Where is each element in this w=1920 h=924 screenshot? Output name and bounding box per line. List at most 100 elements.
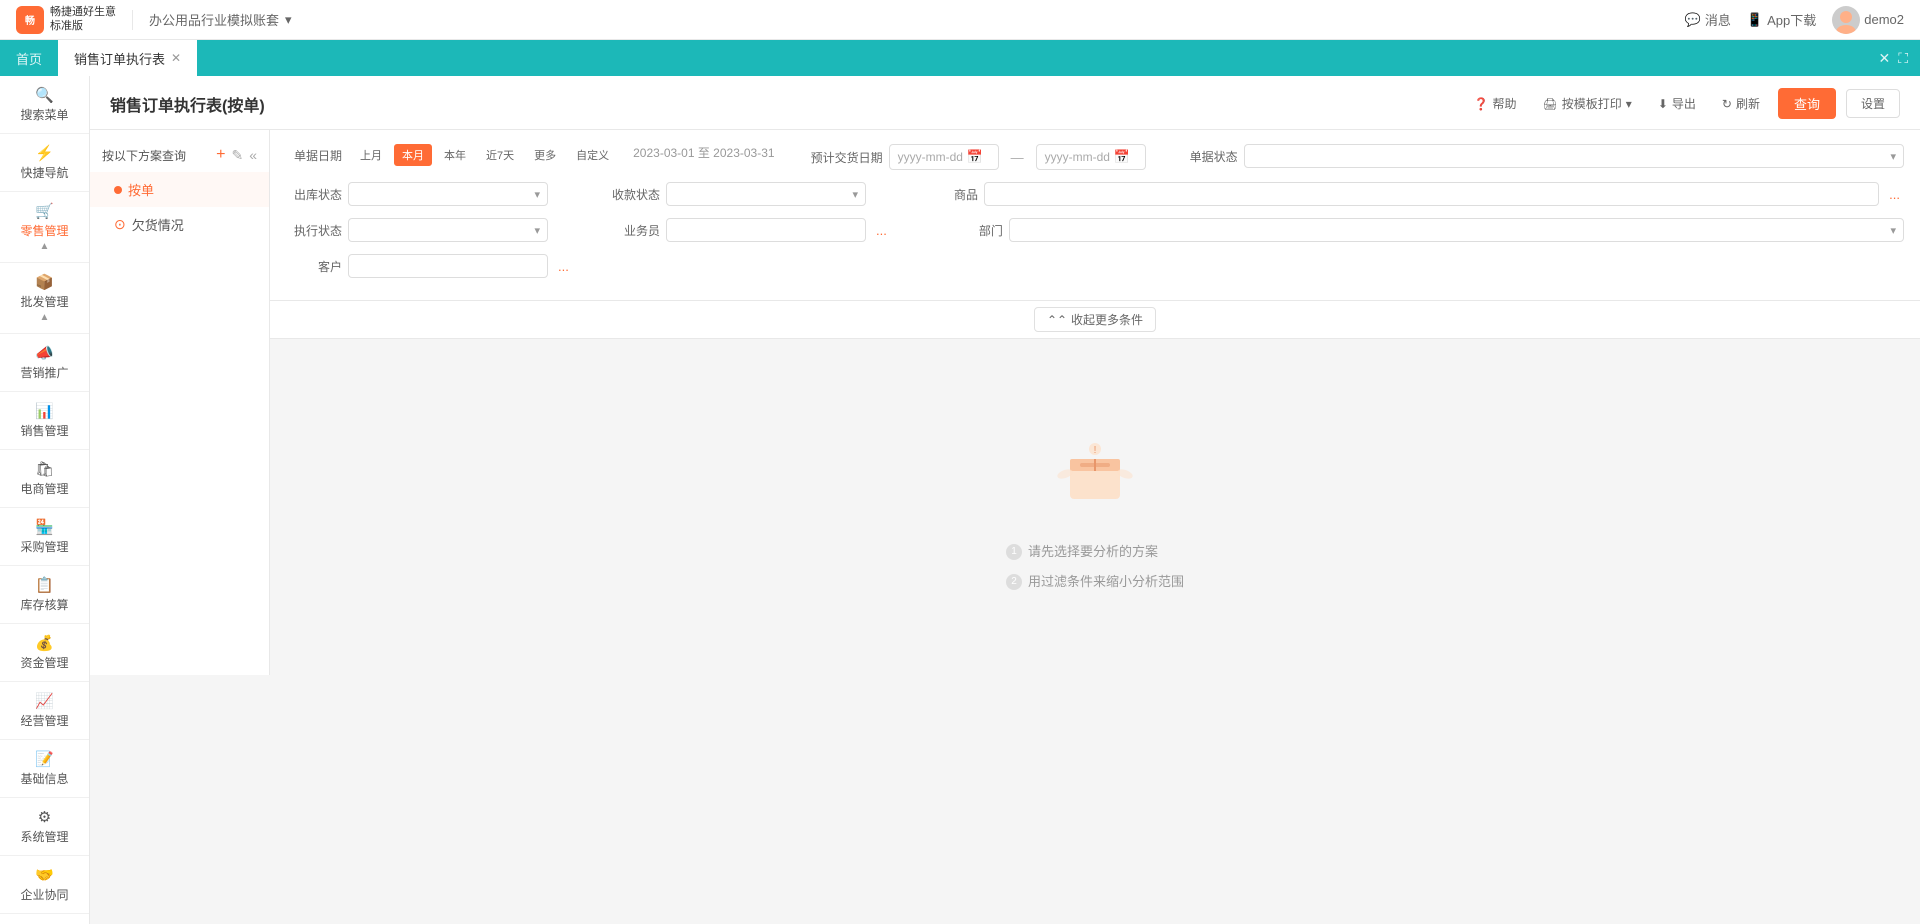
help-button[interactable]: ❓ 帮助 (1466, 91, 1525, 116)
tip-num-2: 2 (1006, 574, 1022, 590)
refresh-button[interactable]: ↻ 刷新 (1714, 91, 1768, 116)
tab-close-icon[interactable]: ✕ (171, 51, 181, 65)
logo-icon: 畅 (16, 6, 44, 34)
dept-wrapper: 销售部 采购部 (1009, 218, 1904, 242)
filter-layout: 按以下方案查询 + ✎ « 按单 ⊙ 欠货情况 (90, 130, 1920, 675)
right-panel: 单据日期 上月 本月 本年 近7天 更多 自定义 2023-03-0 (270, 130, 1920, 675)
sidebar-item-basicinfo[interactable]: 📝 基础信息 (0, 740, 89, 798)
out-status-select[interactable]: 已出库 部分出库 未出库 (348, 182, 548, 206)
edit-scheme-button[interactable]: ✎ (231, 147, 243, 164)
date-quick-last-month[interactable]: 上月 (352, 144, 390, 166)
refresh-icon: ↻ (1722, 97, 1732, 111)
left-panel-header: 按以下方案查询 + ✎ « (90, 142, 269, 172)
sidebar-item-inventory[interactable]: 📋 库存核算 (0, 566, 89, 624)
tab-home[interactable]: 首页 (0, 40, 58, 76)
page-header: 销售订单执行表(按单) ❓ 帮助 🖨 按模板打印 ▾ ⬇ 导出 ↻ 刷新 (90, 76, 1920, 130)
date-quick-this-month[interactable]: 本月 (394, 144, 432, 166)
sidebar-item-ecommerce[interactable]: 🛍 电商管理 (0, 450, 89, 508)
sidebar-item-operation[interactable]: 📈 经营管理 (0, 682, 89, 740)
empty-illustration: ! (1045, 419, 1145, 519)
industry-selector[interactable]: 办公用品行业模拟账套 ▾ (149, 10, 292, 29)
filter-group-salesperson: 业务员 ... (604, 218, 891, 242)
order-status-select[interactable]: 审核 未审核 作废 (1244, 144, 1904, 168)
maximize-icon[interactable]: ⛶ (1898, 50, 1908, 67)
collapse-row: ⌃⌃ 收起更多条件 (270, 301, 1920, 339)
top-bar: 畅 畅捷通好生意 标准版 办公用品行业模拟账套 ▾ 💬 消息 📱 App下载 d… (0, 0, 1920, 40)
close-window-icon[interactable]: ✕ (1878, 50, 1890, 67)
customer-input[interactable] (348, 254, 548, 278)
scheme-item-按单[interactable]: 按单 (90, 172, 269, 207)
print-button[interactable]: 🖨 按模板打印 ▾ (1535, 91, 1640, 116)
sidebar-item-wholesale[interactable]: 📦 批发管理 ▲ (0, 263, 89, 334)
sidebar-item-search[interactable]: 🔍 搜索菜单 (0, 76, 89, 134)
collapse-button[interactable]: ⌃⌃ 收起更多条件 (1034, 307, 1156, 332)
sidebar-item-enterprise[interactable]: 🤝 企业协同 (0, 856, 89, 914)
export-icon: ⬇ (1658, 97, 1668, 111)
sidebar-item-purchase[interactable]: 🏪 采购管理 (0, 508, 89, 566)
goods-more-button[interactable]: ... (1885, 183, 1904, 206)
filter-group-daterange-display: 2023-03-01 至 2023-03-31 (633, 144, 774, 161)
out-status-wrapper: 已出库 部分出库 未出库 (348, 182, 548, 206)
messages-button[interactable]: 💬 消息 (1685, 10, 1731, 29)
filter-group-order-status: 单据状态 审核 未审核 作废 (1182, 144, 1904, 168)
exec-status-select[interactable]: 已执行 部分执行 未执行 (348, 218, 548, 242)
purchase-icon: 🏪 (35, 518, 54, 536)
tab-sales-order[interactable]: 销售订单执行表 ✕ (58, 40, 197, 76)
print-chevron-icon: ▾ (1626, 97, 1632, 111)
ecommerce-icon: 🛍 (35, 460, 54, 478)
basicinfo-icon: 📝 (35, 750, 54, 768)
dept-select[interactable]: 销售部 采购部 (1009, 218, 1904, 242)
sidebar-item-onboarding[interactable]: 🌟 新手引导 (0, 914, 89, 924)
top-bar-right: 💬 消息 📱 App下载 demo2 (1685, 6, 1904, 34)
expected-date-start[interactable]: yyyy-mm-dd 📅 (889, 144, 999, 170)
expected-date-end[interactable]: yyyy-mm-dd 📅 (1036, 144, 1146, 170)
filter-row-1: 单据日期 上月 本月 本年 近7天 更多 自定义 2023-03-0 (286, 144, 1904, 170)
collapse-panel-button[interactable]: « (249, 147, 257, 163)
active-dot (114, 186, 122, 194)
sidebar-item-system[interactable]: ⚙ 系统管理 (0, 798, 89, 856)
finance-icon: 💰 (35, 634, 54, 652)
goods-input[interactable] (984, 182, 1879, 206)
settings-button[interactable]: 设置 (1846, 89, 1900, 118)
tab-expand: ✕ ⛶ (1878, 50, 1920, 67)
query-button[interactable]: 查询 (1778, 88, 1836, 119)
chevron-down-icon: ▾ (285, 12, 292, 28)
date-quick-custom[interactable]: 自定义 (568, 144, 617, 166)
payment-status-wrapper: 已收款 部分收款 未收款 (666, 182, 866, 206)
logo-box: 畅 畅捷通好生意 标准版 (16, 6, 116, 34)
quick-nav-icon: ⚡ (35, 144, 54, 162)
empty-tip-row-2: 2 用过滤条件来缩小分析范围 (1006, 569, 1184, 595)
sidebar-item-finance[interactable]: 💰 资金管理 (0, 624, 89, 682)
date-separator: — (1011, 150, 1024, 165)
customer-more-button[interactable]: ... (554, 255, 573, 278)
page-title: 销售订单执行表(按单) (110, 92, 265, 116)
scheme-item-欠货情况[interactable]: ⊙ 欠货情况 (90, 207, 269, 242)
date-quick-this-year[interactable]: 本年 (436, 144, 474, 166)
date-quick-last7[interactable]: 近7天 (478, 144, 522, 166)
wholesale-icon: 📦 (35, 273, 54, 291)
left-panel-actions: + ✎ « (216, 146, 257, 164)
marketing-icon: 📣 (35, 344, 54, 362)
sidebar-item-marketing[interactable]: 📣 营销推广 (0, 334, 89, 392)
calendar-start-icon: 📅 (967, 149, 983, 165)
sidebar-item-sales[interactable]: 📊 销售管理 (0, 392, 89, 450)
collapse-up-icon: ⌃⌃ (1047, 313, 1067, 327)
filter-group-goods: 商品 ... (922, 182, 1904, 206)
add-scheme-button[interactable]: + (216, 146, 225, 164)
date-quick-more[interactable]: 更多 (526, 144, 564, 166)
filter-group-customer: 客户 ... (286, 254, 573, 278)
filter-section: 单据日期 上月 本月 本年 近7天 更多 自定义 2023-03-0 (270, 130, 1920, 301)
order-status-wrapper: 审核 未审核 作废 (1244, 144, 1904, 168)
message-icon: 💬 (1685, 12, 1701, 28)
salesperson-more-button[interactable]: ... (872, 219, 891, 242)
empty-state: ! 1 请先选择要分析的方案 2 用过滤条件来缩小 (270, 339, 1920, 675)
user-menu[interactable]: demo2 (1832, 6, 1904, 34)
download-icon: 📱 (1747, 12, 1763, 28)
sidebar-item-retail[interactable]: 🛒 零售管理 ▲ (0, 192, 89, 263)
filter-group-date: 单据日期 上月 本月 本年 近7天 更多 自定义 (286, 144, 617, 166)
payment-status-select[interactable]: 已收款 部分收款 未收款 (666, 182, 866, 206)
sidebar-item-quick-nav[interactable]: ⚡ 快捷导航 (0, 134, 89, 192)
salesperson-input[interactable] (666, 218, 866, 242)
app-download-button[interactable]: 📱 App下载 (1747, 10, 1816, 29)
export-button[interactable]: ⬇ 导出 (1650, 91, 1704, 116)
